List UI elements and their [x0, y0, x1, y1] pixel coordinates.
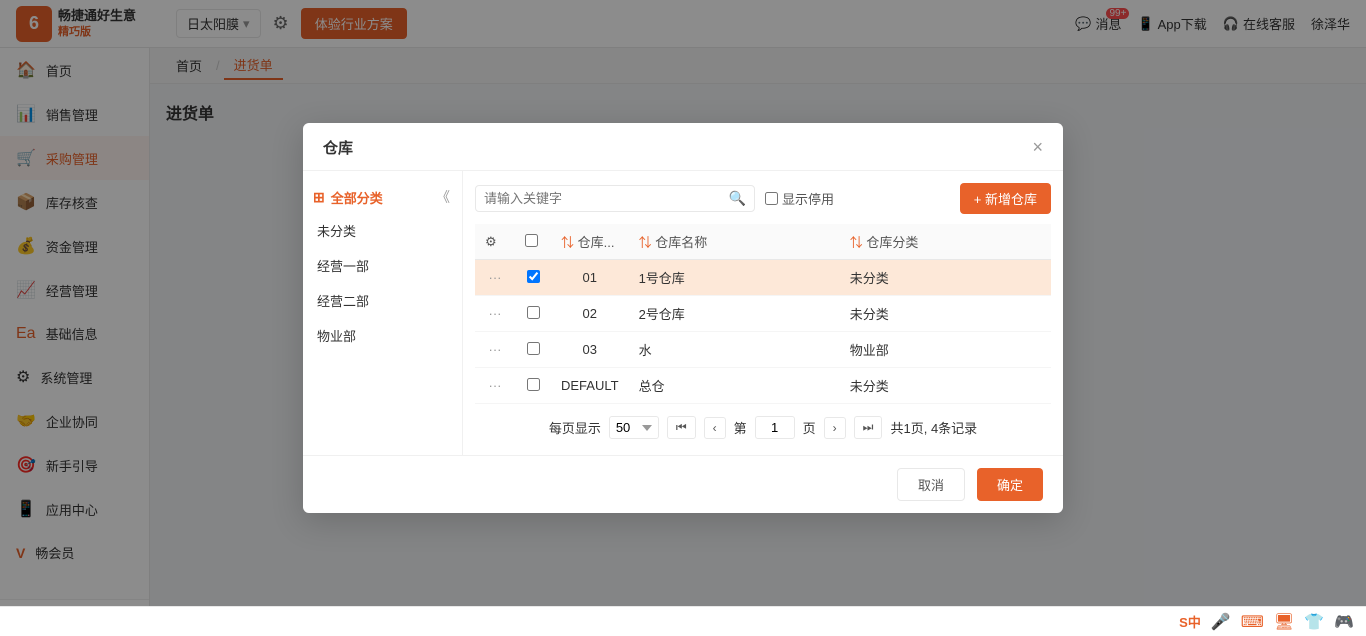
row-category: 未分类 [840, 368, 1051, 404]
modal-close-button[interactable]: × [1032, 137, 1043, 158]
row-category: 物业部 [840, 332, 1051, 368]
row-num: 01 [551, 260, 629, 296]
gamepad-icon[interactable]: 🎮 [1334, 612, 1354, 632]
prev-page-button[interactable]: ‹ [704, 417, 726, 439]
grid-icon: ⊞ [313, 189, 325, 206]
page-suffix: 页 [803, 418, 816, 437]
category-all-label: 全部分类 [331, 188, 383, 207]
row-checkbox-cell [515, 368, 551, 404]
modal-header: 仓库 × [303, 123, 1063, 171]
row-checkbox[interactable] [527, 342, 540, 355]
pagination: 每页显示 50 100 200 ⏮ ‹ 第 页 › ⏭ 共1页, 4条记录 [475, 404, 1051, 443]
col-header-settings: ⚙ [475, 224, 515, 260]
row-checkbox[interactable] [527, 306, 540, 319]
table-header-row: ⚙ ⇅ 仓库... ⇅ 仓库名称 [475, 224, 1051, 260]
row-checkbox-cell [515, 260, 551, 296]
per-page-select[interactable]: 50 100 200 [609, 416, 659, 439]
sort-icon2: ⇅ [639, 235, 652, 250]
modal-footer: 取消 确定 [303, 455, 1063, 513]
row-num: 03 [551, 332, 629, 368]
row-checkbox[interactable] [527, 270, 540, 283]
row-category: 未分类 [840, 260, 1051, 296]
col-header-code: ⇅ 仓库... [551, 224, 629, 260]
category-panel: ⊞ 全部分类 《 未分类 经营一部 经营二部 物业部 [303, 171, 463, 455]
bottom-bar: S中 🎤 ⌨ 🖥 👕 🎮 [0, 606, 1366, 636]
total-records: 共1页, 4条记录 [890, 418, 977, 437]
add-warehouse-button[interactable]: + 新增仓库 [960, 183, 1051, 214]
row-actions: ··· [475, 368, 515, 404]
row-checkbox[interactable] [527, 378, 540, 391]
row-actions: ··· [475, 332, 515, 368]
tshirt-icon[interactable]: 👕 [1304, 612, 1324, 632]
show-disabled-label: 显示停用 [765, 189, 834, 208]
category-item-property[interactable]: 物业部 [303, 318, 462, 353]
bottom-brand: S中 [1179, 612, 1201, 631]
col-header-category: ⇅ 仓库分类 [840, 224, 1051, 260]
category-header: ⊞ 全部分类 《 [303, 181, 462, 213]
row-name: 水 [629, 332, 840, 368]
table-panel: 🔍 显示停用 + 新增仓库 ⚙ [463, 171, 1063, 455]
search-bar: 🔍 显示停用 + 新增仓库 [475, 183, 1051, 214]
category-item-dept2[interactable]: 经营二部 [303, 283, 462, 318]
modal-title: 仓库 [323, 137, 353, 158]
confirm-button[interactable]: 确定 [977, 468, 1043, 501]
row-name: 1号仓库 [629, 260, 840, 296]
warehouse-table: ⚙ ⇅ 仓库... ⇅ 仓库名称 [475, 224, 1051, 404]
show-disabled-text: 显示停用 [782, 189, 834, 208]
sort-icon3: ⇅ [850, 235, 863, 250]
first-page-button[interactable]: ⏮ [667, 416, 696, 439]
table-row[interactable]: ··· DEFAULT 总仓 未分类 [475, 368, 1051, 404]
row-actions: ··· [475, 260, 515, 296]
screen-icon[interactable]: 🖥 [1274, 612, 1294, 632]
row-checkbox-cell [515, 296, 551, 332]
keyboard-icon[interactable]: ⌨ [1241, 612, 1264, 632]
more-icon[interactable]: ··· [489, 342, 502, 357]
table-row[interactable]: ··· 01 1号仓库 未分类 [475, 260, 1051, 296]
category-item-unclassified[interactable]: 未分类 [303, 213, 462, 248]
page-input[interactable] [755, 416, 795, 439]
show-disabled-checkbox[interactable] [765, 192, 778, 205]
next-page-button[interactable]: › [824, 417, 846, 439]
row-name: 2号仓库 [629, 296, 840, 332]
search-input[interactable] [484, 191, 729, 206]
category-all[interactable]: ⊞ 全部分类 [313, 188, 383, 207]
table-row[interactable]: ··· 02 2号仓库 未分类 [475, 296, 1051, 332]
row-name: 总仓 [629, 368, 840, 404]
row-num: DEFAULT [551, 368, 629, 404]
cancel-button[interactable]: 取消 [897, 468, 965, 501]
more-icon[interactable]: ··· [489, 378, 502, 393]
col-header-name: ⇅ 仓库名称 [629, 224, 840, 260]
table-body: ··· 01 1号仓库 未分类 ··· 02 2号仓库 未分类 ··· [475, 260, 1051, 404]
mic-icon[interactable]: 🎤 [1211, 612, 1231, 632]
settings-icon: ⚙ [485, 234, 497, 249]
select-all-checkbox[interactable] [525, 234, 538, 247]
search-input-wrap: 🔍 [475, 185, 755, 212]
row-category: 未分类 [840, 296, 1051, 332]
modal-body: ⊞ 全部分类 《 未分类 经营一部 经营二部 物业部 🔍 显示停用 [303, 171, 1063, 455]
last-page-button[interactable]: ⏭ [854, 416, 883, 439]
row-num: 02 [551, 296, 629, 332]
row-actions: ··· [475, 296, 515, 332]
more-icon[interactable]: ··· [489, 306, 502, 321]
sort-icon: ⇅ [561, 235, 574, 250]
search-icon: 🔍 [729, 190, 746, 207]
col-header-check [515, 224, 551, 260]
category-collapse-button[interactable]: 《 [436, 187, 450, 207]
more-icon[interactable]: ··· [489, 270, 502, 285]
warehouse-modal: 仓库 × ⊞ 全部分类 《 未分类 经营一部 经营二部 物业部 🔍 [303, 123, 1063, 513]
row-checkbox-cell [515, 332, 551, 368]
category-item-dept1[interactable]: 经营一部 [303, 248, 462, 283]
per-page-label: 每页显示 [549, 418, 601, 437]
table-row[interactable]: ··· 03 水 物业部 [475, 332, 1051, 368]
page-label: 第 [734, 418, 747, 437]
